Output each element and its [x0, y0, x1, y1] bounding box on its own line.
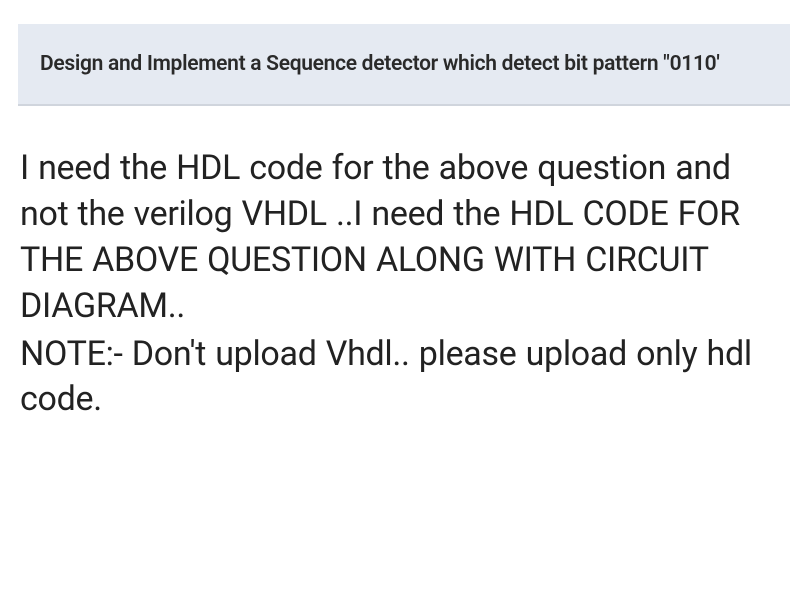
question-box: Design and Implement a Sequence detector… — [18, 24, 790, 106]
body-paragraph: I need the HDL code for the above questi… — [20, 146, 784, 330]
body-note: NOTE:- Don't upload Vhdl.. please upload… — [20, 332, 784, 424]
body-content: I need the HDL code for the above questi… — [0, 116, 808, 423]
question-prompt: Design and Implement a Sequence detector… — [40, 52, 768, 76]
